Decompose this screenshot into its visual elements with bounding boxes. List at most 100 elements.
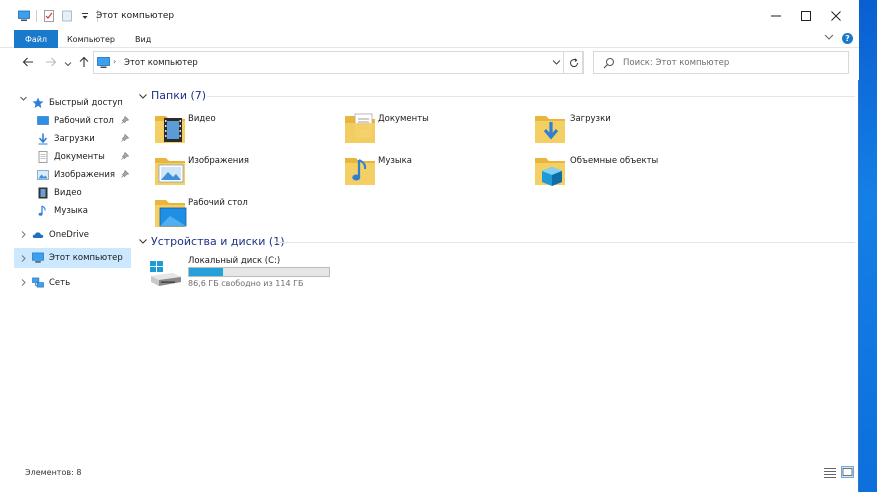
- up-arrow-icon[interactable]: [78, 56, 90, 71]
- separator: [36, 10, 37, 22]
- folders-group-header[interactable]: Папки (7): [151, 89, 206, 102]
- expand-chevron-icon[interactable]: [20, 255, 27, 264]
- sidebar-item-label: Документы: [54, 151, 105, 162]
- folder-label: Рабочий стол: [188, 198, 248, 208]
- refresh-icon: [569, 57, 578, 67]
- status-item-count: Элементов: 8: [25, 468, 82, 477]
- navigation-pane: Быстрый доступ Рабочий стол Загрузки Док…: [0, 88, 134, 458]
- pin-icon[interactable]: [121, 133, 130, 144]
- large-icons-view-icon[interactable]: [841, 466, 854, 478]
- drive-usage-fill: [189, 268, 223, 276]
- sidebar-item-label: OneDrive: [49, 229, 89, 240]
- this-pc-icon: [32, 252, 44, 264]
- this-pc-icon: [18, 10, 30, 22]
- pin-icon[interactable]: [121, 151, 130, 162]
- maximize-icon: [801, 11, 811, 21]
- pin-icon[interactable]: [121, 115, 130, 126]
- forward-arrow-icon[interactable]: [45, 56, 57, 71]
- search-icon: [603, 57, 615, 72]
- sidebar-item-onedrive[interactable]: OneDrive: [32, 226, 89, 243]
- pictures-icon: [37, 169, 49, 181]
- folder-pictures[interactable]: Изображения: [154, 152, 334, 192]
- sidebar-item-label: Быстрый доступ: [49, 97, 123, 108]
- sidebar-item-downloads[interactable]: Загрузки: [37, 130, 95, 147]
- sidebar-item-label: Изображения: [54, 169, 116, 180]
- desktop-folder-icon: [155, 200, 187, 227]
- folder-label: Загрузки: [570, 114, 611, 124]
- folder-desktop[interactable]: Рабочий стол: [154, 194, 334, 234]
- recent-locations-icon[interactable]: [64, 58, 72, 71]
- sidebar-item-label: Музыка: [54, 205, 88, 216]
- video-folder-icon: [155, 116, 185, 143]
- document-icon: [37, 150, 49, 163]
- music-folder-icon: [345, 158, 375, 185]
- collapse-group-chevron-icon[interactable]: [139, 93, 147, 103]
- group-divider: [273, 242, 855, 243]
- title-bar: Этот компьютер: [0, 0, 859, 32]
- sidebar-item-label: Рабочий стол: [54, 115, 114, 126]
- expand-ribbon-icon[interactable]: [824, 33, 834, 44]
- sidebar-item-pictures[interactable]: Изображения: [37, 166, 115, 183]
- ribbon-right-controls: ?: [824, 33, 853, 44]
- folder-videos[interactable]: Видео: [154, 110, 334, 150]
- tab-file[interactable]: Файл: [14, 30, 58, 48]
- breadcrumb-chevron-icon[interactable]: ›: [113, 57, 116, 66]
- refresh-button[interactable]: [563, 51, 584, 74]
- sidebar-item-label: Загрузки: [54, 133, 95, 144]
- help-icon[interactable]: ?: [842, 33, 853, 44]
- 3d-objects-folder-icon: [535, 158, 565, 186]
- drive-usage-bar: [188, 267, 330, 277]
- download-arrow-icon: [37, 133, 49, 145]
- window-title: Этот компьютер: [96, 11, 175, 21]
- explorer-window: Этот компьютер Файл Компьютер Вид ? › Эт…: [0, 0, 859, 492]
- folder-music[interactable]: Музыка: [344, 152, 524, 192]
- folder-downloads[interactable]: Загрузки: [534, 110, 714, 150]
- hard-drive-icon: [150, 261, 181, 286]
- sidebar-item-music[interactable]: Музыка: [37, 202, 88, 219]
- folder-3d-objects[interactable]: Объемные объекты: [534, 152, 714, 192]
- tab-view[interactable]: Вид: [135, 30, 151, 48]
- ribbon-tabs: Файл Компьютер Вид ?: [0, 30, 859, 48]
- sidebar-item-videos[interactable]: Видео: [37, 184, 82, 201]
- group-divider: [207, 96, 855, 97]
- desktop-background-strip: [859, 0, 877, 492]
- pictures-folder-icon: [155, 158, 185, 185]
- search-input[interactable]: Поиск: Этот компьютер: [623, 58, 729, 68]
- sidebar-item-label: Этот компьютер: [49, 253, 123, 263]
- tab-computer[interactable]: Компьютер: [67, 30, 115, 48]
- folder-documents[interactable]: Документы: [344, 110, 524, 150]
- music-note-icon: [37, 204, 49, 217]
- expand-chevron-icon[interactable]: [20, 231, 27, 240]
- quick-access-toolbar: [18, 10, 98, 22]
- folder-label: Изображения: [188, 156, 250, 166]
- expand-chevron-icon[interactable]: [20, 95, 27, 104]
- drive-label: Локальный диск (C:): [188, 256, 281, 266]
- status-bar: Элементов: 8: [0, 462, 859, 484]
- sidebar-item-network[interactable]: Сеть: [32, 274, 70, 291]
- network-icon: [32, 277, 44, 289]
- cloud-icon: [32, 229, 44, 241]
- sidebar-item-documents[interactable]: Документы: [37, 148, 105, 165]
- sidebar-item-quick-access[interactable]: Быстрый доступ: [32, 94, 123, 111]
- address-path[interactable]: Этот компьютер: [124, 58, 198, 68]
- expand-chevron-icon[interactable]: [20, 279, 27, 288]
- drive-free-space: 86,6 ГБ свободно из 114 ГБ: [188, 279, 304, 288]
- downloads-folder-icon: [535, 116, 565, 143]
- new-folder-icon[interactable]: [61, 10, 73, 22]
- customize-toolbar-icon[interactable]: [79, 10, 91, 22]
- sidebar-item-label: Видео: [54, 187, 82, 198]
- star-icon: [32, 97, 44, 109]
- close-button[interactable]: [813, 0, 859, 32]
- collapse-group-chevron-icon[interactable]: [139, 238, 147, 248]
- pin-icon[interactable]: [121, 169, 130, 180]
- search-box[interactable]: Поиск: Этот компьютер: [593, 51, 849, 74]
- address-bar[interactable]: › Этот компьютер: [93, 51, 584, 74]
- details-view-icon[interactable]: [824, 467, 836, 481]
- devices-group-header[interactable]: Устройства и диски (1): [151, 235, 285, 248]
- film-icon: [37, 187, 49, 199]
- address-dropdown-icon[interactable]: [552, 59, 561, 69]
- sidebar-item-this-pc[interactable]: Этот компьютер: [14, 248, 131, 268]
- sidebar-item-desktop[interactable]: Рабочий стол: [37, 112, 114, 129]
- back-arrow-icon[interactable]: [22, 56, 34, 71]
- properties-icon[interactable]: [43, 10, 55, 22]
